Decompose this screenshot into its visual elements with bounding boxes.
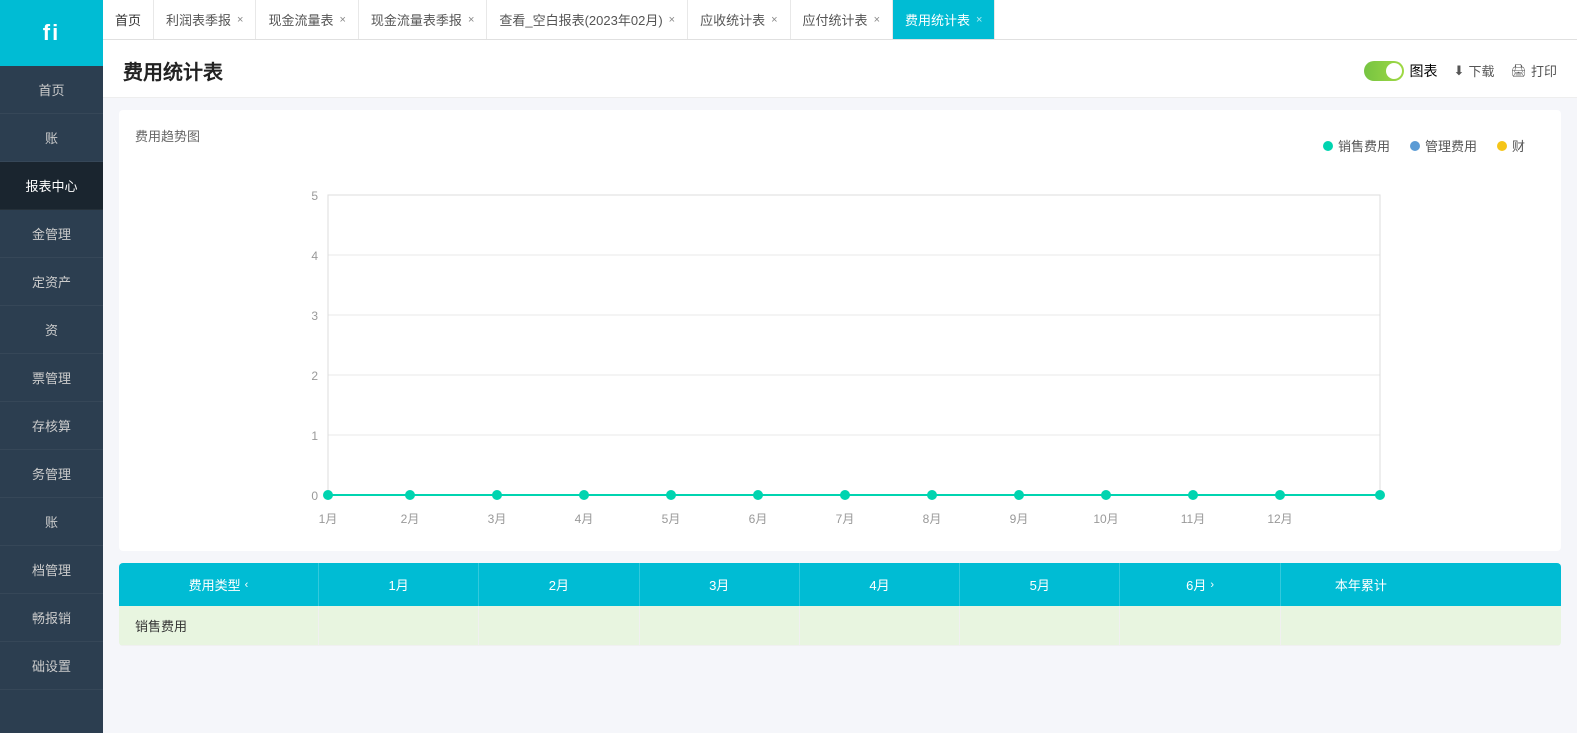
tab-cashflow[interactable]: 现金流量表 × bbox=[256, 0, 358, 39]
legend-dot-sales bbox=[1323, 141, 1333, 151]
svg-text:3: 3 bbox=[311, 309, 318, 323]
svg-text:0: 0 bbox=[311, 489, 318, 503]
sidebar-item-resource[interactable]: 资 bbox=[0, 306, 103, 354]
svg-text:4: 4 bbox=[311, 249, 318, 263]
sidebar-item-invoice[interactable]: 票管理 bbox=[0, 354, 103, 402]
close-icon[interactable]: × bbox=[468, 14, 474, 26]
tab-home[interactable]: 首页 bbox=[103, 0, 154, 39]
sidebar-item-business[interactable]: 务管理 bbox=[0, 450, 103, 498]
svg-text:1月: 1月 bbox=[319, 512, 338, 526]
chart-legend: 销售费用 管理费用 财 bbox=[1323, 136, 1525, 155]
print-button[interactable]: 🖨 打印 bbox=[1510, 61, 1557, 80]
svg-text:5月: 5月 bbox=[662, 512, 681, 526]
close-icon[interactable]: × bbox=[237, 14, 243, 26]
svg-text:2月: 2月 bbox=[401, 512, 420, 526]
row-label-sales: 销售费用 bbox=[119, 606, 319, 645]
svg-text:11月: 11月 bbox=[1181, 512, 1205, 526]
svg-text:8月: 8月 bbox=[923, 512, 942, 526]
svg-text:9月: 9月 bbox=[1010, 512, 1029, 526]
legend-dot-management bbox=[1410, 141, 1420, 151]
svg-text:6月: 6月 bbox=[749, 512, 768, 526]
page-title: 费用统计表 bbox=[123, 56, 223, 85]
close-icon[interactable]: × bbox=[874, 14, 880, 26]
col-header-feb: 2月 bbox=[479, 563, 639, 606]
col-header-may: 5月 bbox=[960, 563, 1120, 606]
col-next-arrow[interactable]: › bbox=[1210, 579, 1214, 591]
svg-text:10月: 10月 bbox=[1093, 512, 1118, 526]
page-header: 费用统计表 图表 ⬇ 下载 🖨 打印 bbox=[103, 40, 1577, 98]
svg-text:1: 1 bbox=[311, 429, 318, 443]
table-row: 销售费用 bbox=[119, 606, 1561, 646]
legend-label-sales: 销售费用 bbox=[1338, 136, 1390, 155]
col-prev-arrow[interactable]: ‹ bbox=[245, 579, 249, 591]
tab-receivable[interactable]: 应收统计表 × bbox=[688, 0, 790, 39]
print-icon: 🖨 bbox=[1510, 63, 1527, 79]
svg-text:3月: 3月 bbox=[488, 512, 507, 526]
sidebar-item-settings[interactable]: 础设置 bbox=[0, 642, 103, 690]
header-actions: 图表 ⬇ 下载 🖨 打印 bbox=[1364, 61, 1557, 81]
legend-label-finance: 财 bbox=[1512, 136, 1525, 155]
row-ytd bbox=[1281, 606, 1441, 645]
table-body: 销售费用 bbox=[119, 606, 1561, 646]
tab-profit-quarterly[interactable]: 利润表季报 × bbox=[154, 0, 256, 39]
chart-toggle[interactable]: 图表 bbox=[1364, 61, 1438, 81]
row-may bbox=[960, 606, 1120, 645]
close-icon[interactable]: × bbox=[339, 14, 345, 26]
main-area: 首页 利润表季报 × 现金流量表 × 现金流量表季报 × 查看_空白报表(202… bbox=[103, 0, 1577, 733]
legend-sales: 销售费用 bbox=[1323, 136, 1390, 155]
col-header-ytd: 本年累计 bbox=[1281, 563, 1441, 606]
sidebar-item-ledger[interactable]: 账 bbox=[0, 498, 103, 546]
sidebar-item-reimbursement[interactable]: 畅报销 bbox=[0, 594, 103, 642]
legend-management: 管理费用 bbox=[1410, 136, 1477, 155]
svg-text:12月: 12月 bbox=[1267, 512, 1292, 526]
svg-text:7月: 7月 bbox=[836, 512, 855, 526]
row-jun bbox=[1120, 606, 1280, 645]
sidebar-item-home[interactable]: 首页 bbox=[0, 66, 103, 114]
col-header-jan: 1月 bbox=[319, 563, 479, 606]
close-icon[interactable]: × bbox=[669, 14, 675, 26]
content-area: 费用统计表 图表 ⬇ 下载 🖨 打印 bbox=[103, 40, 1577, 733]
toggle-track[interactable] bbox=[1364, 61, 1404, 81]
sidebar-item-account[interactable]: 账 bbox=[0, 114, 103, 162]
row-jan bbox=[319, 606, 479, 645]
sidebar: fi 首页 账 报表中心 金管理 定资产 资 票管理 存核算 务管理 账 档管理… bbox=[0, 0, 103, 733]
download-button[interactable]: ⬇ 下载 bbox=[1454, 61, 1495, 80]
sidebar-item-cash[interactable]: 金管理 bbox=[0, 210, 103, 258]
svg-text:2: 2 bbox=[311, 369, 318, 383]
sidebar-logo: fi bbox=[0, 0, 103, 66]
tab-expense[interactable]: 费用统计表 × bbox=[893, 0, 995, 39]
chart-svg: 5 4 3 2 1 0 bbox=[135, 165, 1545, 535]
chart-section: 费用趋势图 销售费用 管理费用 财 bbox=[119, 110, 1561, 551]
legend-dot-finance bbox=[1497, 141, 1507, 151]
sidebar-item-inventory[interactable]: 存核算 bbox=[0, 402, 103, 450]
col-header-apr: 4月 bbox=[800, 563, 960, 606]
row-feb bbox=[479, 606, 639, 645]
close-icon[interactable]: × bbox=[771, 14, 777, 26]
tab-cashflow-quarterly[interactable]: 现金流量表季报 × bbox=[359, 0, 487, 39]
col-header-jun: 6月 › bbox=[1120, 563, 1280, 606]
sidebar-item-archive[interactable]: 档管理 bbox=[0, 546, 103, 594]
legend-finance: 财 bbox=[1497, 136, 1525, 155]
toggle-label: 图表 bbox=[1410, 61, 1438, 81]
col-header-mar: 3月 bbox=[640, 563, 800, 606]
expense-table: 费用类型 ‹ 1月 2月 3月 4月 5月 6月 › 本年累计 销售费用 bbox=[119, 563, 1561, 646]
download-icon: ⬇ bbox=[1454, 63, 1465, 79]
svg-text:4月: 4月 bbox=[575, 512, 594, 526]
tab-bar: 首页 利润表季报 × 现金流量表 × 现金流量表季报 × 查看_空白报表(202… bbox=[103, 0, 1577, 40]
svg-text:5: 5 bbox=[311, 189, 318, 203]
row-apr bbox=[800, 606, 960, 645]
legend-label-management: 管理费用 bbox=[1425, 136, 1477, 155]
tab-blank-report[interactable]: 查看_空白报表(2023年02月) × bbox=[487, 0, 688, 39]
table-header: 费用类型 ‹ 1月 2月 3月 4月 5月 6月 › 本年累计 bbox=[119, 563, 1561, 606]
col-header-type: 费用类型 ‹ bbox=[119, 563, 319, 606]
toggle-thumb bbox=[1386, 63, 1402, 79]
row-mar bbox=[640, 606, 800, 645]
sidebar-item-assets[interactable]: 定资产 bbox=[0, 258, 103, 306]
close-icon[interactable]: × bbox=[976, 14, 982, 26]
sidebar-item-reports[interactable]: 报表中心 bbox=[0, 162, 103, 210]
tab-payable[interactable]: 应付统计表 × bbox=[791, 0, 893, 39]
